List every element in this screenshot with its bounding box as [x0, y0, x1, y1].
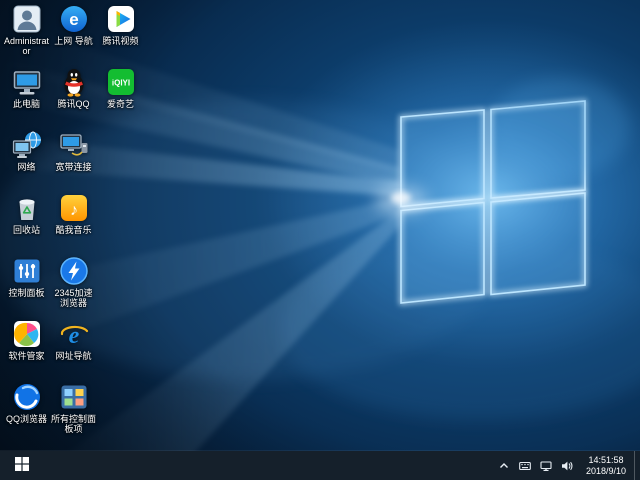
desktop-icon-all-control-panel[interactable]: 所有控制面板项 [50, 381, 97, 444]
desktop-icon-label: 此电脑 [13, 99, 40, 109]
desktop-icon-label: 爱奇艺 [107, 99, 134, 109]
desktop-icon-label: 腾讯视频 [102, 36, 138, 46]
browser-e-icon: e [58, 3, 90, 35]
note-glyph: ♪ [70, 202, 78, 219]
user-account-icon [11, 3, 43, 35]
e-glyph: e [69, 10, 78, 29]
desktop-icon-label: 所有控制面板项 [51, 414, 97, 434]
play-button-icon [105, 3, 137, 35]
desktop-icon-label: Administrator [4, 36, 50, 56]
desktop-icon-2345-browser[interactable]: 2345加速浏览器 [50, 255, 97, 318]
desktop-icon-label: 2345加速浏览器 [51, 288, 97, 308]
desktop-icon-tencent-video[interactable]: 腾讯视频 [97, 3, 144, 66]
system-tray: 14:51:58 2018/9/10 [494, 451, 640, 480]
desktop-icon-network[interactable]: 网络 [3, 129, 50, 192]
control-panel-icon [11, 255, 43, 287]
desktop-icon-this-pc[interactable]: 此电脑 [3, 66, 50, 129]
screen: Administrator 此电脑 [0, 0, 640, 480]
desktop-icon-broadband[interactable]: 宽带连接 [50, 129, 97, 192]
desktop-icon-iqiyi[interactable]: iQIYI 爱奇艺 [97, 66, 144, 129]
network-tray-icon[interactable] [539, 451, 554, 480]
touch-keyboard-icon[interactable] [518, 451, 533, 480]
desktop-icon-recycle-bin[interactable]: 回收站 [3, 192, 50, 255]
desktop-icon-control-panel[interactable]: 控制面板 [3, 255, 50, 318]
desktop-icon-label: 网络 [17, 162, 35, 172]
clock-time: 14:51:58 [588, 455, 623, 466]
internet-explorer-icon: e [58, 318, 90, 350]
show-desktop-button[interactable] [634, 451, 640, 480]
desktop-icon-grid: Administrator 此电脑 [3, 3, 144, 444]
desktop-icon-administrator[interactable]: Administrator [3, 3, 50, 66]
broadband-connection-icon [58, 129, 90, 161]
windows-desktop: { "desktop": { "icons": [ {"id": "admini… [0, 0, 640, 480]
qq-browser-icon [11, 381, 43, 413]
iqiyi-icon: iQIYI [105, 66, 137, 98]
iqiyi-glyph: iQIYI [111, 79, 129, 88]
desktop-icon-software-manager[interactable]: 软件管家 [3, 318, 50, 381]
desktop-icon-label: 回收站 [13, 225, 40, 235]
taskbar-empty-area [44, 451, 494, 480]
start-button[interactable] [0, 451, 44, 480]
desktop-icon-label: 酷我音乐 [55, 225, 91, 235]
volume-icon[interactable] [560, 451, 575, 480]
pinwheel-icon [11, 318, 43, 350]
desktop-icon-ie-navigation[interactable]: e 网址导航 [50, 318, 97, 381]
desktop-icon-label: 控制面板 [8, 288, 44, 298]
desktop-icon-label: 宽带连接 [55, 162, 91, 172]
control-panel-items-icon [58, 381, 90, 413]
desktop-icon-label: QQ浏览器 [6, 414, 47, 424]
recycle-bin-icon [11, 192, 43, 224]
desktop-icon-label: 软件管家 [8, 351, 44, 361]
network-globe-icon [11, 129, 43, 161]
music-note-icon: ♪ [58, 192, 90, 224]
qq-penguin-icon [58, 66, 90, 98]
taskbar: 14:51:58 2018/9/10 [0, 451, 640, 480]
taskbar-clock[interactable]: 14:51:58 2018/9/10 [578, 455, 634, 476]
desktop-icon-web-navigation[interactable]: e 上网 导航 [50, 3, 97, 66]
lightning-browser-icon [58, 255, 90, 287]
desktop-icon-kuwo-music[interactable]: ♪ 酷我音乐 [50, 192, 97, 255]
desktop-icon-tencent-qq[interactable]: 腾讯QQ [50, 66, 97, 129]
desktop-icon-label: 上网 导航 [54, 36, 93, 46]
desktop-icon-qq-browser[interactable]: QQ浏览器 [3, 381, 50, 444]
hidden-icons-chevron-icon[interactable] [497, 451, 512, 480]
desktop-icon-label: 网址导航 [55, 351, 91, 361]
desktop-icon-label: 腾讯QQ [57, 99, 89, 109]
clock-date: 2018/9/10 [586, 466, 626, 477]
computer-monitor-icon [11, 66, 43, 98]
windows-logo-icon [15, 457, 29, 474]
